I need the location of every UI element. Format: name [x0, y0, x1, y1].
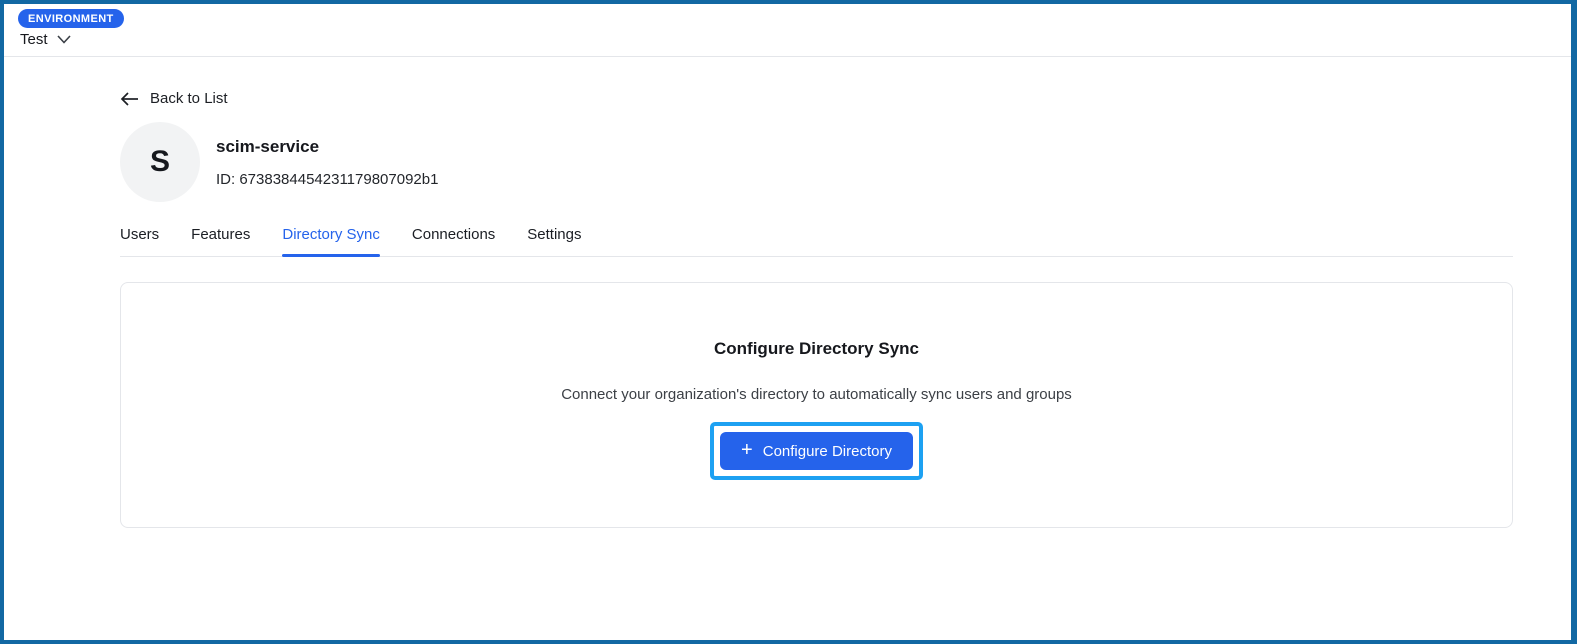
entity-header: S scim-service ID: 673838445423117980709…	[120, 122, 1513, 202]
page-title: scim-service	[216, 136, 320, 156]
directory-sync-card: Configure Directory Sync Connect your or…	[120, 282, 1513, 528]
environment-selector[interactable]: Test	[18, 31, 71, 48]
card-subtitle: Connect your organization's directory to…	[561, 386, 1072, 403]
back-to-list-label: Back to List	[150, 90, 228, 107]
configure-directory-button[interactable]: + Configure Directory	[720, 432, 913, 470]
plus-icon: +	[741, 439, 753, 461]
tab-features[interactable]: Features	[191, 226, 250, 256]
main-area: Back to List S scim-service ID: 67383844…	[4, 57, 1571, 528]
click-highlight-annotation: + Configure Directory	[710, 422, 923, 480]
configure-directory-button-label: Configure Directory	[762, 442, 892, 460]
entity-id: ID: 6738384454231179807092b1	[216, 170, 439, 188]
environment-badge: ENVIRONMENT	[18, 9, 124, 28]
chevron-down-icon	[56, 35, 71, 44]
avatar: S	[120, 122, 200, 202]
tab-connections[interactable]: Connections	[412, 226, 495, 256]
tab-bar: Users Features Directory Sync Connection…	[120, 226, 1513, 257]
entity-info: scim-service ID: 6738384454231179807092b…	[216, 137, 438, 188]
arrow-left-icon	[120, 91, 139, 106]
content-container: Back to List S scim-service ID: 67383844…	[120, 57, 1513, 528]
card-title: Configure Directory Sync	[714, 339, 919, 358]
tab-users[interactable]: Users	[120, 226, 159, 256]
tab-settings[interactable]: Settings	[527, 226, 581, 256]
environment-name-label: Test	[20, 31, 48, 48]
back-to-list-link[interactable]: Back to List	[120, 90, 228, 107]
environment-topbar: ENVIRONMENT Test	[4, 4, 1571, 57]
app-frame: ENVIRONMENT Test Back to List S scim-ser…	[0, 0, 1577, 644]
tab-directory-sync[interactable]: Directory Sync	[282, 226, 380, 257]
